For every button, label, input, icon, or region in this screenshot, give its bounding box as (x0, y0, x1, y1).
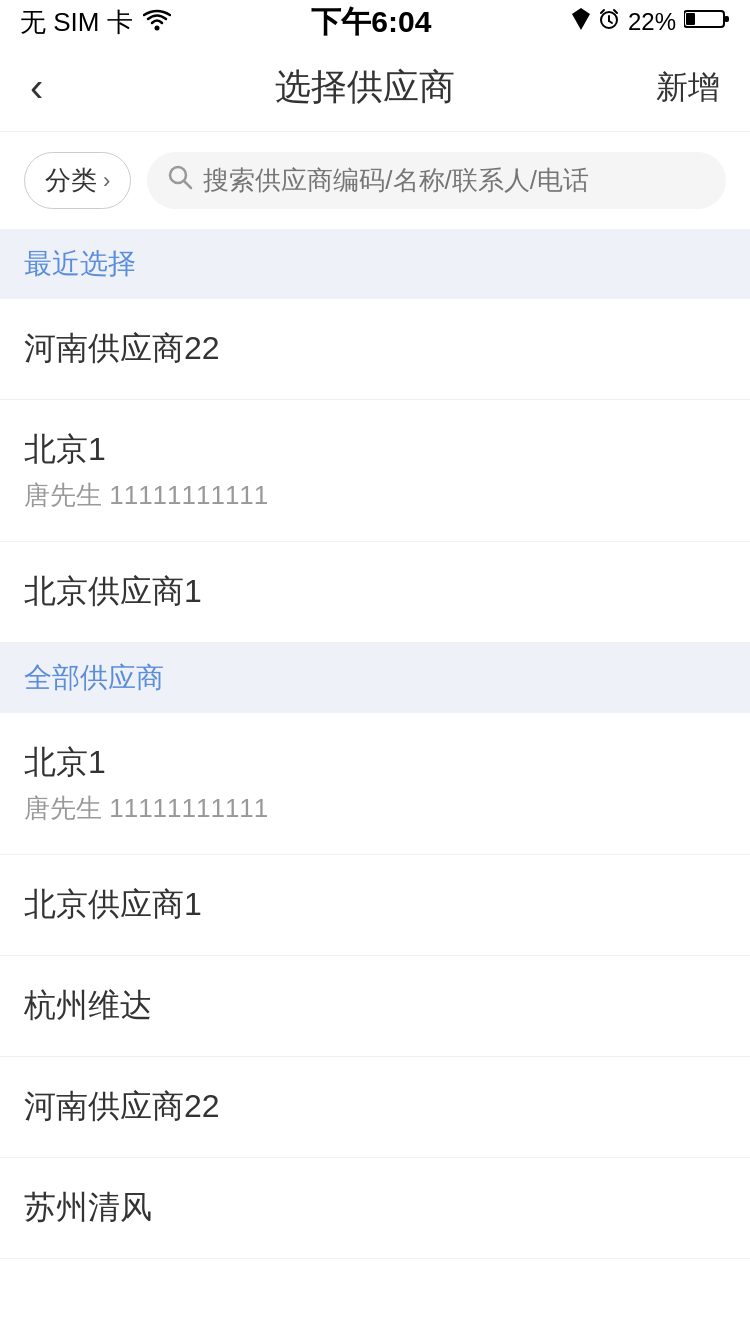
item-name: 北京供应商1 (24, 570, 726, 614)
list-item[interactable]: 苏州清风 (0, 1158, 750, 1259)
svg-line-3 (609, 21, 612, 23)
item-name: 北京1 (24, 741, 726, 785)
svg-rect-7 (686, 13, 695, 25)
alarm-icon (598, 8, 620, 36)
search-input[interactable] (203, 165, 706, 196)
recent-section-header: 最近选择 (0, 229, 750, 299)
list-item[interactable]: 河南供应商22 (0, 299, 750, 400)
all-section-header: 全部供应商 (0, 643, 750, 713)
list-item[interactable]: 北京1 唐先生 11111111111 (0, 713, 750, 855)
item-name: 杭州维达 (24, 984, 726, 1028)
list-item[interactable]: 北京供应商1 (0, 855, 750, 956)
item-sub: 唐先生 11111111111 (24, 478, 726, 513)
svg-line-5 (614, 10, 617, 13)
location-icon (572, 8, 590, 36)
item-sub: 唐先生 11111111111 (24, 791, 726, 826)
category-label: 分类 (45, 163, 97, 198)
status-bar: 无 SIM 卡 下午6:04 22% (0, 0, 750, 44)
item-name: 河南供应商22 (24, 1085, 726, 1129)
back-button[interactable]: ‹ (30, 65, 90, 110)
svg-rect-8 (724, 16, 729, 22)
nav-bar: ‹ 选择供应商 新增 (0, 44, 750, 132)
list-item[interactable]: 河南供应商22 (0, 1057, 750, 1158)
all-list: 北京1 唐先生 11111111111 北京供应商1 杭州维达河南供应商22 苏州清风 (0, 713, 750, 1259)
wifi-icon (143, 7, 171, 38)
add-button[interactable]: 新增 (640, 66, 720, 110)
battery-icon (684, 8, 730, 36)
list-item[interactable]: 北京供应商1 (0, 542, 750, 643)
item-name: 苏州清风 (24, 1186, 726, 1230)
status-left: 无 SIM 卡 (20, 5, 171, 40)
battery-percent: 22% (628, 8, 676, 36)
filter-bar: 分类 › (0, 132, 750, 229)
list-item[interactable]: 杭州维达 (0, 956, 750, 1057)
list-item[interactable]: 北京1 唐先生 11111111111 (0, 400, 750, 542)
svg-point-0 (154, 25, 159, 30)
item-name: 北京供应商1 (24, 883, 726, 927)
recent-list: 河南供应商22 北京1 唐先生 11111111111 北京供应商1 (0, 299, 750, 643)
search-box (147, 152, 726, 209)
category-filter[interactable]: 分类 › (24, 152, 131, 209)
svg-line-4 (601, 10, 604, 13)
status-right: 22% (572, 8, 730, 36)
svg-line-10 (184, 181, 191, 188)
search-icon (167, 164, 193, 197)
chevron-right-icon: › (103, 168, 110, 194)
status-time: 下午6:04 (311, 2, 431, 43)
page-title: 选择供应商 (275, 63, 455, 112)
no-sim-label: 无 SIM 卡 (20, 5, 133, 40)
item-name: 北京1 (24, 428, 726, 472)
item-name: 河南供应商22 (24, 327, 726, 371)
